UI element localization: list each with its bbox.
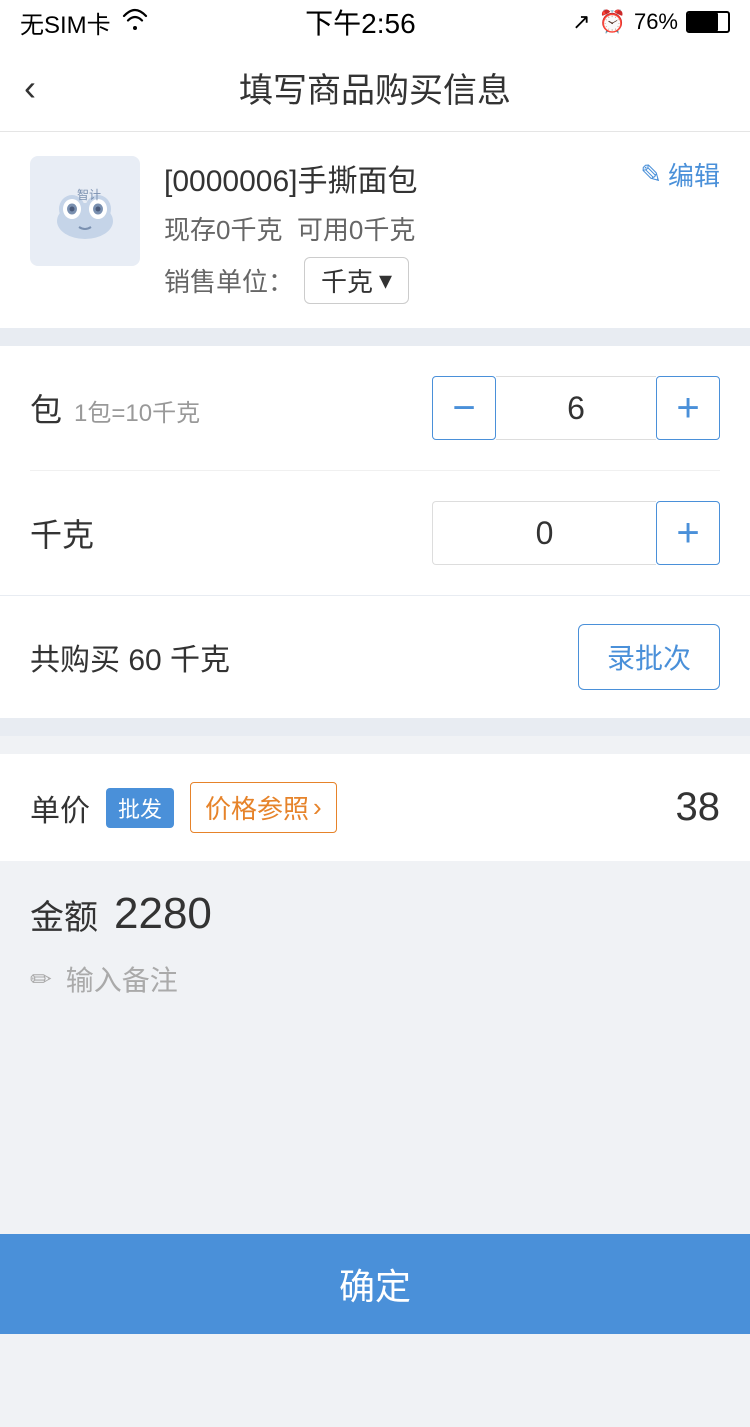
remark-placeholder: 输入备注 — [66, 959, 178, 999]
product-card: 智计 [0000006]手撕面包 现存0千克 可用0千克 销售单位： 千克 ▾ … — [0, 132, 750, 328]
chevron-down-icon: ▾ — [379, 265, 392, 296]
alarm-icon: ⏰ — [599, 9, 626, 35]
unit-selector[interactable]: 千克 ▾ — [304, 257, 409, 304]
record-batch-button[interactable]: 录批次 — [578, 624, 720, 690]
amount-section: 金额 2280 ✏ 输入备注 — [0, 861, 750, 1027]
edit-button[interactable]: ✎ 编辑 — [640, 156, 720, 193]
input-section: 包 1包=10千克 − + 千克 + — [0, 346, 750, 595]
divider-2 — [0, 718, 750, 736]
remark-row[interactable]: ✏ 输入备注 — [30, 959, 720, 999]
pack-input-row: 包 1包=10千克 − + — [30, 346, 720, 471]
price-section: 单价 批发 价格参照 › 38 — [0, 754, 750, 861]
kg-plus-button[interactable]: + — [656, 501, 720, 565]
edit-icon: ✎ — [640, 159, 662, 190]
status-time: 下午2:56 — [305, 2, 416, 42]
amount-row: 金额 2280 — [30, 889, 720, 939]
amount-value: 2280 — [114, 889, 212, 939]
kg-input-row: 千克 + — [30, 471, 720, 595]
price-ref-button[interactable]: 价格参照 › — [190, 782, 337, 833]
price-value: 38 — [676, 785, 721, 830]
pack-sublabel: 1包=10千克 — [74, 393, 200, 428]
back-button[interactable]: ‹ — [24, 67, 36, 109]
svg-text:智计: 智计 — [77, 187, 101, 202]
amount-label: 金额 — [30, 890, 98, 939]
price-label: 单价 — [30, 786, 90, 830]
status-carrier: 无SIM卡 — [20, 5, 149, 40]
pack-plus-button[interactable]: + — [656, 376, 720, 440]
product-info: [0000006]手撕面包 现存0千克 可用0千克 销售单位： 千克 ▾ — [164, 156, 720, 304]
status-bar: 无SIM卡 下午2:56 ↗ ⏰ 76% — [0, 0, 750, 44]
carrier-text: 无SIM卡 — [20, 5, 111, 40]
pencil-icon: ✏ — [30, 964, 52, 995]
battery-percent: 76% — [634, 9, 678, 35]
status-indicators: ↗ ⏰ 76% — [572, 9, 730, 35]
kg-label: 千克 — [30, 510, 94, 556]
pack-label: 包 1包=10千克 — [30, 385, 200, 431]
kg-quantity-input[interactable] — [432, 501, 656, 565]
summary-text: 共购买 60 千克 — [30, 635, 230, 679]
price-row: 单价 批发 价格参照 › 38 — [30, 782, 720, 833]
product-stock: 现存0千克 可用0千克 — [164, 210, 720, 247]
pack-quantity-input[interactable] — [496, 376, 656, 440]
kg-control: + — [432, 501, 720, 565]
pack-control: − + — [432, 376, 720, 440]
chevron-right-icon: › — [313, 792, 322, 823]
wifi-icon — [121, 8, 149, 37]
summary-row: 共购买 60 千克 录批次 — [0, 595, 750, 718]
confirm-button[interactable]: 确定 — [0, 1234, 750, 1334]
bottom-space — [0, 1027, 750, 1427]
product-name: [0000006]手撕面包 — [164, 156, 720, 200]
price-tag: 批发 — [106, 788, 174, 828]
battery-icon — [686, 11, 730, 33]
nav-bar: ‹ 填写商品购买信息 — [0, 44, 750, 132]
product-thumbnail: 智计 — [30, 156, 140, 266]
divider-1 — [0, 328, 750, 346]
location-icon: ↗ — [572, 9, 590, 35]
page-title: 填写商品购买信息 — [239, 63, 511, 112]
pack-minus-button[interactable]: − — [432, 376, 496, 440]
product-unit-row: 销售单位： 千克 ▾ — [164, 257, 720, 304]
